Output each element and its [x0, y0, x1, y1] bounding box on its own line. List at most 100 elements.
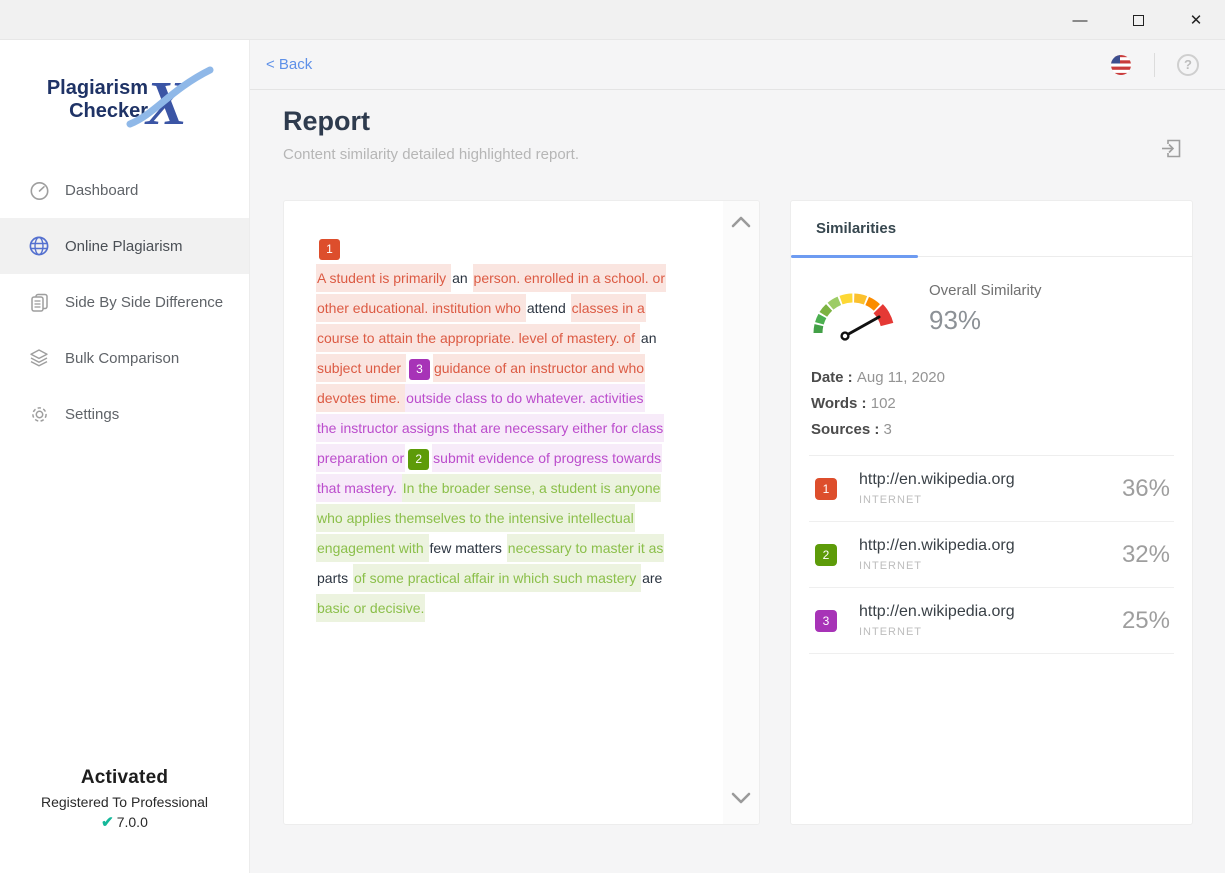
highlighted-text-s1: course to attain the appropriate. level … — [316, 324, 640, 352]
source-number-badge: 2 — [815, 544, 837, 566]
plain-text: few matters — [429, 534, 507, 562]
plain-text: attend — [526, 294, 571, 322]
page-subtitle: Content similarity detailed highlighted … — [283, 146, 579, 163]
highlighted-text-s3: that mastery. — [316, 474, 402, 502]
document-text: 1 A student is primarily an person. enrol… — [284, 201, 759, 623]
app-logo: Plagiarism Checker X — [0, 40, 249, 134]
tab-similarities[interactable]: Similarities — [816, 220, 896, 237]
highlighted-text-s3: the instructor assigns that are necessar… — [316, 414, 664, 442]
overall-similarity-row: Overall Similarity 93% — [791, 257, 1192, 351]
documents-icon — [28, 291, 50, 313]
similarities-card: Similarities Overall Similarity 93% Da — [790, 200, 1193, 825]
activation-version: 7.0.0 — [117, 814, 148, 830]
layers-icon — [28, 347, 50, 369]
meta-value: 3 — [884, 421, 892, 438]
source-type: INTERNET — [859, 626, 1015, 638]
meta-label: Sources : — [811, 421, 884, 438]
sidebar-item-dashboard[interactable]: Dashboard — [0, 162, 249, 218]
source-url[interactable]: http://en.wikipedia.org — [859, 603, 1015, 621]
document-line: devotes time. outside class to do whatev… — [316, 383, 759, 413]
source-marker-2[interactable]: 2 — [408, 449, 429, 470]
export-report-button[interactable] — [1159, 136, 1183, 165]
document-line: the instructor assigns that are necessar… — [316, 413, 759, 443]
scroll-down-icon[interactable] — [730, 791, 752, 810]
document-scrollbar[interactable] — [723, 201, 759, 824]
language-flag-icon[interactable] — [1110, 54, 1132, 76]
highlighted-text-s2: necessary to master it as — [507, 534, 665, 562]
source-marker-3[interactable]: 3 — [409, 359, 430, 380]
gear-icon — [28, 403, 50, 425]
svg-text:Plagiarism: Plagiarism — [46, 77, 147, 99]
plain-text: an — [640, 324, 658, 352]
highlighted-text-s1: devotes time. — [316, 384, 405, 412]
highlighted-text-s3: submit evidence of progress towards — [432, 444, 662, 472]
document-line: course to attain the appropriate. level … — [316, 323, 759, 353]
report-header: Report Content similarity detailed highl… — [283, 106, 579, 163]
document-card: 1 A student is primarily an person. enrol… — [283, 200, 760, 825]
similarities-tabbar: Similarities — [791, 201, 1192, 257]
source-row[interactable]: 1http://en.wikipedia.orgINTERNET36% — [809, 456, 1174, 522]
main-topbar: < Back ? — [250, 40, 1225, 90]
document-line: other educational. institution who atten… — [316, 293, 759, 323]
highlighted-text-s2: of some practical affair in which such m… — [353, 564, 641, 592]
close-button[interactable]: ✕ — [1167, 0, 1225, 40]
highlighted-text-s1: A student is primarily — [316, 264, 451, 292]
plain-text: an — [451, 264, 472, 292]
highlighted-text-s2: who applies themselves to the intensive … — [316, 504, 635, 532]
source-url[interactable]: http://en.wikipedia.org — [859, 471, 1015, 489]
document-line: who applies themselves to the intensive … — [316, 503, 759, 533]
sidebar-item-settings[interactable]: Settings — [0, 386, 249, 442]
sidebar-item-label: Side By Side Difference — [65, 294, 223, 311]
source-percent: 32% — [1122, 541, 1174, 569]
sidebar-item-bulk-comparison[interactable]: Bulk Comparison — [0, 330, 249, 386]
sidebar-item-label: Online Plagiarism — [65, 238, 183, 255]
meta-value: 102 — [871, 395, 896, 412]
source-percent: 25% — [1122, 607, 1174, 635]
document-line: parts of some practical affair in which … — [316, 563, 759, 593]
meta-row: Date : Aug 11, 2020 — [811, 365, 1192, 391]
document-line: that mastery. In the broader sense, a st… — [316, 473, 759, 503]
check-icon: ✔ — [101, 813, 114, 831]
plain-text: are — [641, 564, 663, 592]
plagiarism-checker-x-logo: Plagiarism Checker X — [30, 62, 220, 134]
maximize-icon — [1133, 15, 1144, 26]
meta-label: Words : — [811, 395, 871, 412]
source-row[interactable]: 3http://en.wikipedia.orgINTERNET25% — [809, 588, 1174, 654]
meta-row: Words : 102 — [811, 391, 1192, 417]
source-type: INTERNET — [859, 560, 1015, 572]
export-icon — [1159, 136, 1183, 160]
sidebar: Plagiarism Checker X Dashboard Online Pl… — [0, 40, 250, 873]
meta-value: Aug 11, 2020 — [857, 369, 945, 386]
source-row[interactable]: 2 http://en.wikipedia.org INTERNET 32% — [809, 522, 1174, 588]
source-list: 1http://en.wikipedia.orgINTERNET36%2http… — [791, 456, 1192, 654]
highlighted-text-s3: preparation or — [316, 444, 405, 472]
source-type: INTERNET — [859, 494, 1015, 506]
sidebar-item-online-plagiarism[interactable]: Online Plagiarism — [0, 218, 249, 274]
activation-version-row: ✔ 7.0.0 — [0, 813, 249, 831]
sidebar-nav: Dashboard Online Plagiarism Side By Side… — [0, 162, 249, 442]
meta-row: Sources : 3 — [811, 417, 1192, 443]
sidebar-item-label: Settings — [65, 406, 119, 423]
help-icon[interactable]: ? — [1177, 54, 1199, 76]
active-tab-indicator — [791, 255, 918, 258]
highlighted-text-s1: person. enrolled in a school. or — [473, 264, 666, 292]
scroll-up-icon[interactable] — [730, 215, 752, 234]
document-line: subject under 3guidance of an instructor… — [316, 353, 759, 383]
maximize-button[interactable] — [1109, 0, 1167, 40]
activation-registered: Registered To Professional — [0, 794, 249, 810]
sidebar-item-side-by-side[interactable]: Side By Side Difference — [0, 274, 249, 330]
meta-label: Date : — [811, 369, 857, 386]
source-url[interactable]: http://en.wikipedia.org — [859, 537, 1015, 555]
document-line: engagement with few matters necessary to… — [316, 533, 759, 563]
document-line: preparation or2submit evidence of progre… — [316, 443, 759, 473]
source-marker-1[interactable]: 1 — [319, 239, 340, 260]
highlighted-text-s1: subject under — [316, 354, 406, 382]
activation-status: Activated Registered To Professional ✔ 7… — [0, 767, 249, 831]
document-line: basic or decisive. — [316, 593, 759, 623]
dashboard-gauge-icon — [28, 179, 50, 201]
activation-title: Activated — [0, 767, 249, 789]
minimize-button[interactable]: — — [1051, 0, 1109, 40]
back-link[interactable]: < Back — [266, 56, 312, 73]
topbar-divider — [1154, 53, 1155, 77]
highlighted-text-s3: outside class to do whatever. activities — [405, 384, 644, 412]
